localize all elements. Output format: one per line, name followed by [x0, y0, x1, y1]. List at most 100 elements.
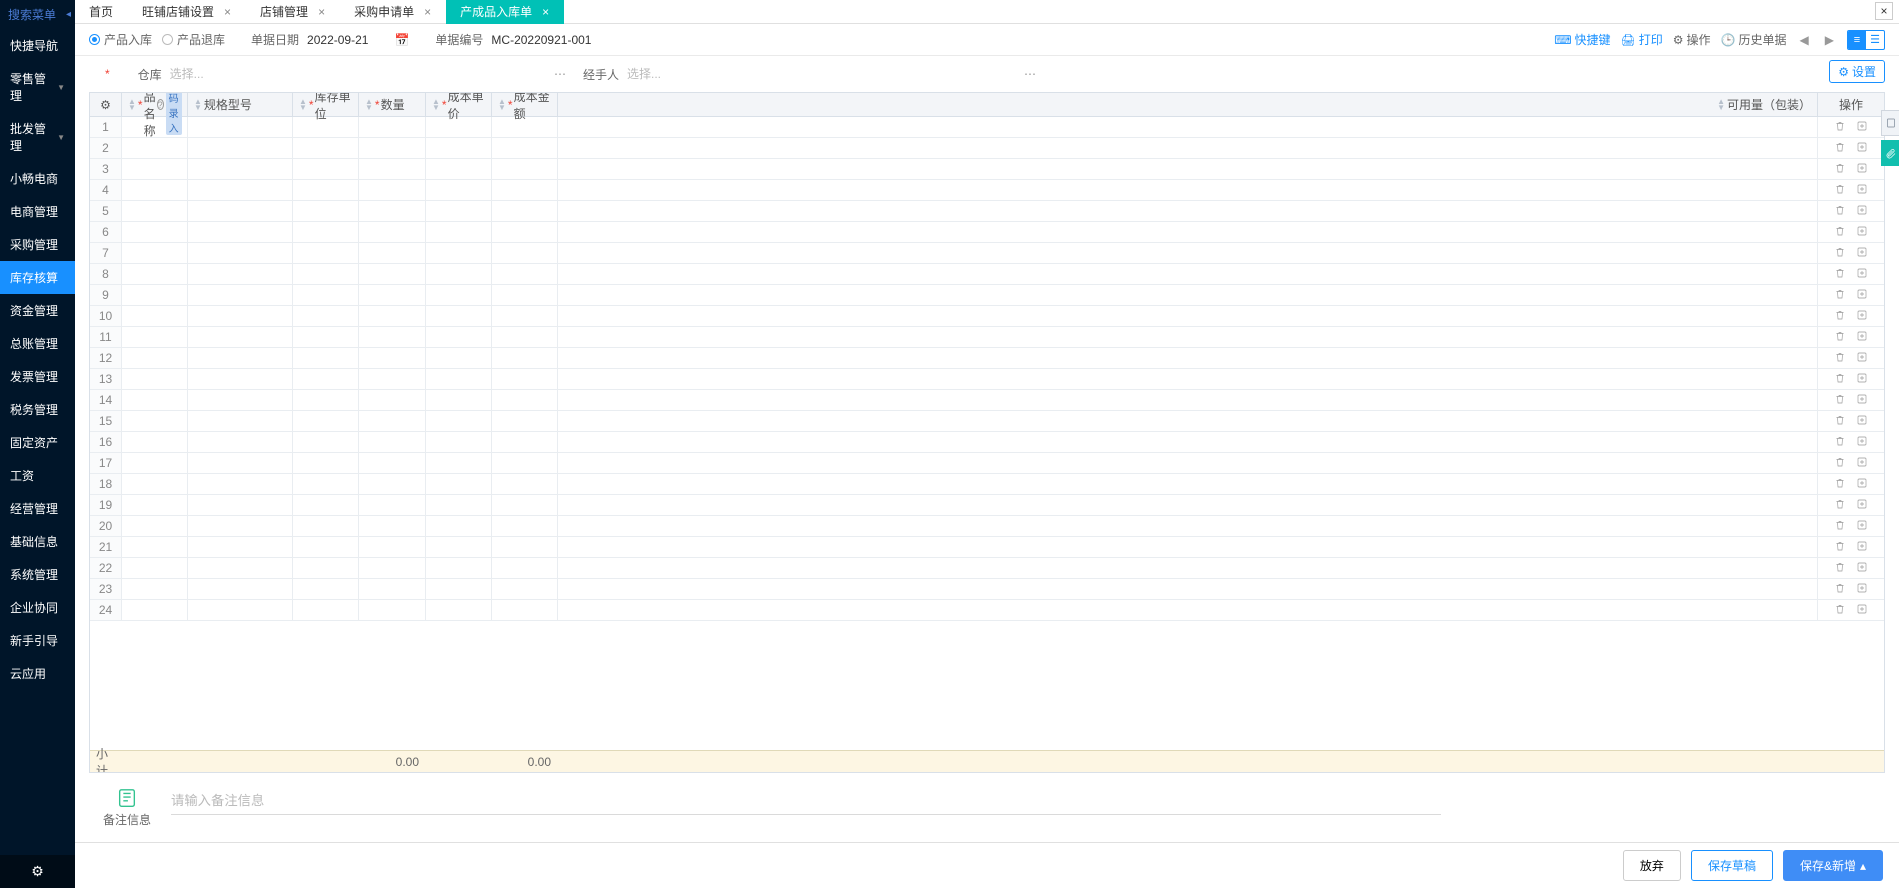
delete-row-icon[interactable] [1834, 477, 1846, 492]
warehouse-field[interactable]: *仓库 选择...⋯ [105, 65, 565, 83]
table-row[interactable]: 2 [90, 138, 1884, 159]
add-row-icon[interactable] [1856, 288, 1868, 303]
info-icon[interactable]: ? [157, 99, 164, 110]
tab-1[interactable]: 旺铺店铺设置 [128, 0, 246, 24]
add-row-icon[interactable] [1856, 351, 1868, 366]
add-row-icon[interactable] [1856, 141, 1868, 156]
sidebar-item-16[interactable]: 企业协同 [0, 591, 75, 624]
history-link[interactable]: 🕒 历史单据 [1721, 31, 1787, 48]
table-row[interactable]: 24 [90, 600, 1884, 621]
handler-field[interactable]: 经手人 选择...⋯ [575, 65, 1035, 83]
date-value[interactable]: 2022-09-21 [307, 33, 368, 47]
delete-row-icon[interactable] [1834, 351, 1846, 366]
sidebar-item-14[interactable]: 基础信息 [0, 525, 75, 558]
side-tab-attach[interactable] [1881, 140, 1899, 166]
add-row-icon[interactable] [1856, 183, 1868, 198]
table-row[interactable]: 10 [90, 306, 1884, 327]
table-row[interactable]: 7 [90, 243, 1884, 264]
table-row[interactable]: 5 [90, 201, 1884, 222]
add-row-icon[interactable] [1856, 519, 1868, 534]
sidebar-item-10[interactable]: 税务管理 [0, 393, 75, 426]
col-gear[interactable]: ⚙ [90, 93, 122, 116]
tab-2[interactable]: 店铺管理 [246, 0, 340, 24]
delete-row-icon[interactable] [1834, 456, 1846, 471]
sidebar-search[interactable]: 搜索菜单 [0, 0, 75, 29]
add-row-icon[interactable] [1856, 162, 1868, 177]
settings-button[interactable]: ⚙ 设置 [1829, 60, 1885, 83]
delete-row-icon[interactable] [1834, 120, 1846, 135]
more-icon[interactable]: ⋯ [1024, 67, 1035, 81]
table-row[interactable]: 17 [90, 453, 1884, 474]
delete-row-icon[interactable] [1834, 162, 1846, 177]
table-row[interactable]: 8 [90, 264, 1884, 285]
table-row[interactable]: 11 [90, 327, 1884, 348]
delete-row-icon[interactable] [1834, 330, 1846, 345]
delete-row-icon[interactable] [1834, 372, 1846, 387]
table-row[interactable]: 14 [90, 390, 1884, 411]
delete-row-icon[interactable] [1834, 225, 1846, 240]
sidebar-item-12[interactable]: 工资 [0, 459, 75, 492]
delete-row-icon[interactable] [1834, 582, 1846, 597]
radio-product-out[interactable]: 产品退库 [162, 31, 225, 48]
sidebar-item-13[interactable]: 经营管理 [0, 492, 75, 525]
add-row-icon[interactable] [1856, 267, 1868, 282]
prev-doc[interactable]: ◀ [1797, 33, 1812, 47]
sidebar-item-15[interactable]: 系统管理 [0, 558, 75, 591]
add-row-icon[interactable] [1856, 309, 1868, 324]
abandon-button[interactable]: 放弃 [1623, 850, 1681, 881]
delete-row-icon[interactable] [1834, 540, 1846, 555]
table-row[interactable]: 21 [90, 537, 1884, 558]
table-row[interactable]: 3 [90, 159, 1884, 180]
add-row-icon[interactable] [1856, 582, 1868, 597]
col-unit[interactable]: ▲▼*库存单位 [293, 93, 359, 116]
add-row-icon[interactable] [1856, 414, 1868, 429]
delete-row-icon[interactable] [1834, 141, 1846, 156]
col-unit-price[interactable]: ▲▼*成本单价 [426, 93, 492, 116]
table-row[interactable]: 18 [90, 474, 1884, 495]
delete-row-icon[interactable] [1834, 414, 1846, 429]
print-link[interactable]: 🖨 打印 [1621, 31, 1663, 48]
add-row-icon[interactable] [1856, 204, 1868, 219]
radio-product-in[interactable]: 产品入库 [89, 31, 152, 48]
save-new-button[interactable]: 保存&新增 ▴ [1783, 850, 1883, 881]
table-row[interactable]: 1 [90, 117, 1884, 138]
shortcut-link[interactable]: ⌨ 快捷键 [1554, 31, 1610, 48]
delete-row-icon[interactable] [1834, 204, 1846, 219]
delete-row-icon[interactable] [1834, 435, 1846, 450]
col-amount[interactable]: ▲▼*成本金额 [492, 93, 558, 116]
delete-row-icon[interactable] [1834, 267, 1846, 282]
table-row[interactable]: 22 [90, 558, 1884, 579]
delete-row-icon[interactable] [1834, 519, 1846, 534]
add-row-icon[interactable] [1856, 561, 1868, 576]
sidebar-item-8[interactable]: 总账管理 [0, 327, 75, 360]
table-row[interactable]: 16 [90, 432, 1884, 453]
col-available[interactable]: ▲▼可用量（包装） [558, 93, 1818, 116]
delete-row-icon[interactable] [1834, 309, 1846, 324]
sidebar-item-6[interactable]: 库存核算 [0, 261, 75, 294]
table-row[interactable]: 9 [90, 285, 1884, 306]
calendar-icon[interactable]: 📅 [394, 33, 409, 47]
table-row[interactable]: 15 [90, 411, 1884, 432]
delete-row-icon[interactable] [1834, 393, 1846, 408]
sidebar-item-7[interactable]: 资金管理 [0, 294, 75, 327]
add-row-icon[interactable] [1856, 372, 1868, 387]
next-doc[interactable]: ▶ [1822, 33, 1837, 47]
sidebar-item-0[interactable]: 快捷导航 [0, 29, 75, 62]
sidebar-item-17[interactable]: 新手引导 [0, 624, 75, 657]
delete-row-icon[interactable] [1834, 498, 1846, 513]
sidebar-item-9[interactable]: 发票管理 [0, 360, 75, 393]
add-row-icon[interactable] [1856, 435, 1868, 450]
sidebar-item-11[interactable]: 固定资产 [0, 426, 75, 459]
table-row[interactable]: 19 [90, 495, 1884, 516]
table-row[interactable]: 23 [90, 579, 1884, 600]
add-row-icon[interactable] [1856, 498, 1868, 513]
table-row[interactable]: 12 [90, 348, 1884, 369]
delete-row-icon[interactable] [1834, 288, 1846, 303]
close-all-tabs[interactable]: × [1875, 2, 1893, 20]
tab-0[interactable]: 首页 [75, 0, 128, 24]
sidebar-item-2[interactable]: 批发管理▼ [0, 112, 75, 162]
table-row[interactable]: 20 [90, 516, 1884, 537]
col-spec[interactable]: ▲▼规格型号 [188, 93, 293, 116]
remark-input[interactable] [171, 787, 1441, 815]
tab-4[interactable]: 产成品入库单 [446, 0, 564, 24]
